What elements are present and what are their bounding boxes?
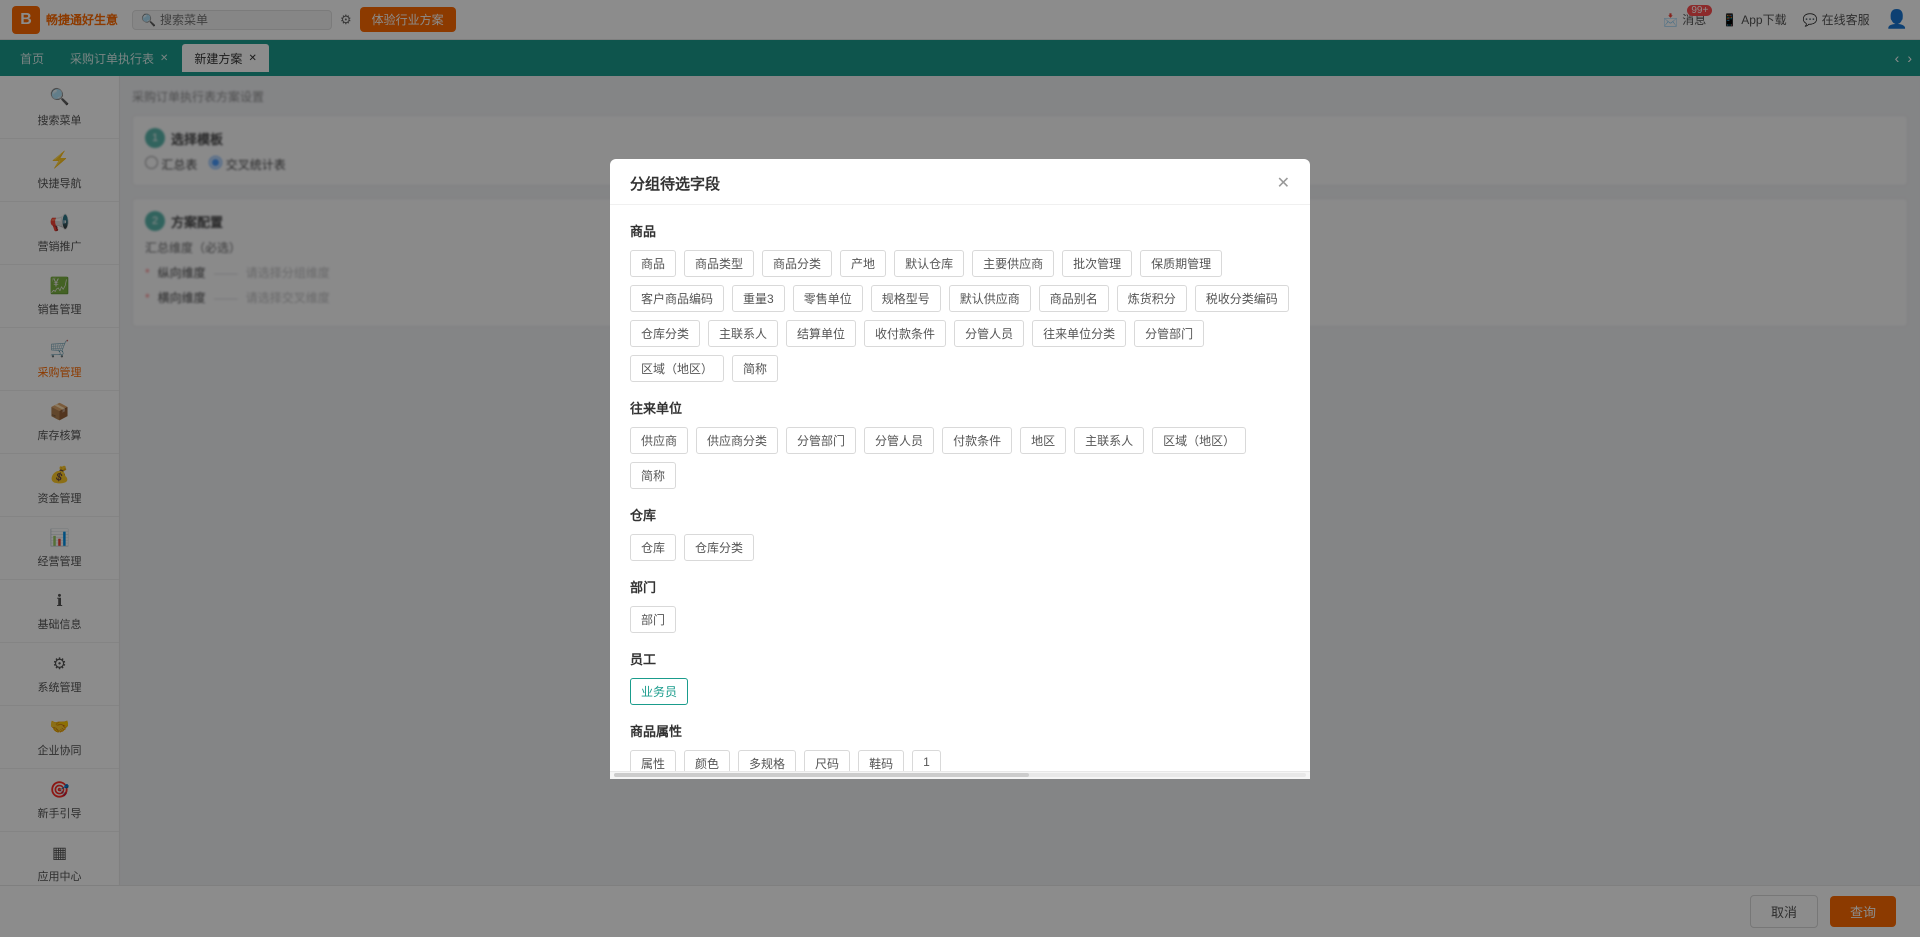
modal-scrollbar-thumb <box>614 773 1029 777</box>
section-goods-title: 商品 <box>630 221 1290 240</box>
section-goods-attr-tags: 属性 颜色 多规格 尺码 鞋码 1 <box>630 750 1290 772</box>
field-tag-manager[interactable]: 分管人员 <box>954 320 1024 347</box>
field-tag-area[interactable]: 地区 <box>1020 427 1066 454</box>
field-tag-goods-type[interactable]: 商品类型 <box>684 250 754 277</box>
field-tag-department[interactable]: 部门 <box>630 606 676 633</box>
section-employee-title: 员工 <box>630 649 1290 668</box>
field-tag-retail-unit[interactable]: 零售单位 <box>793 285 863 312</box>
section-employee: 员工 业务员 <box>630 649 1290 705</box>
section-employee-tags: 业务员 <box>630 678 1290 705</box>
field-tag-payment-cond[interactable]: 付款条件 <box>942 427 1012 454</box>
field-tag-size[interactable]: 尺码 <box>804 750 850 772</box>
field-tag-contact-manager[interactable]: 分管人员 <box>864 427 934 454</box>
field-tag-contact-category[interactable]: 往来单位分类 <box>1032 320 1126 347</box>
field-tag-default-supplier[interactable]: 默认供应商 <box>949 285 1031 312</box>
field-tag-refine-points[interactable]: 炼货积分 <box>1117 285 1187 312</box>
field-tag-origin[interactable]: 产地 <box>840 250 886 277</box>
field-tag-main-contact2[interactable]: 主联系人 <box>1074 427 1144 454</box>
modal-title: 分组待选字段 <box>630 173 720 194</box>
field-tag-attribute[interactable]: 属性 <box>630 750 676 772</box>
field-tag-batch-mgmt[interactable]: 批次管理 <box>1062 250 1132 277</box>
field-tag-warehouse-cat[interactable]: 仓库分类 <box>684 534 754 561</box>
field-tag-default-warehouse[interactable]: 默认仓库 <box>894 250 964 277</box>
section-department-title: 部门 <box>630 577 1290 596</box>
field-tag-main-supplier[interactable]: 主要供应商 <box>972 250 1054 277</box>
field-tag-customer-code[interactable]: 客户商品编码 <box>630 285 724 312</box>
section-warehouse-title: 仓库 <box>630 505 1290 524</box>
field-tag-dept[interactable]: 分管部门 <box>1134 320 1204 347</box>
field-tag-shoe-size[interactable]: 鞋码 <box>858 750 904 772</box>
field-tag-multi-spec[interactable]: 多规格 <box>738 750 796 772</box>
section-department-tags: 部门 <box>630 606 1290 633</box>
field-tag-payment-terms[interactable]: 收付款条件 <box>864 320 946 347</box>
section-contact-tags: 供应商 供应商分类 分管部门 分管人员 付款条件 地区 主联系人 区域（地区） … <box>630 427 1290 489</box>
field-tag-main-contact[interactable]: 主联系人 <box>708 320 778 347</box>
section-department: 部门 部门 <box>630 577 1290 633</box>
modal-header: 分组待选字段 ✕ <box>610 159 1310 205</box>
field-tag-salesperson[interactable]: 业务员 <box>630 678 688 705</box>
section-goods-tags: 商品 商品类型 商品分类 产地 默认仓库 主要供应商 批次管理 保质期管理 客户… <box>630 250 1290 382</box>
modal-scrollbar[interactable] <box>610 771 1310 778</box>
field-tag-contact-dept[interactable]: 分管部门 <box>786 427 856 454</box>
field-tag-abbr2[interactable]: 简称 <box>630 462 676 489</box>
section-goods-attr-title: 商品属性 <box>630 721 1290 740</box>
modal-scrollbar-track <box>614 773 1306 777</box>
modal-overlay: 分组待选字段 ✕ 商品 商品 商品类型 商品分类 产地 默认仓库 主要供应商 批… <box>0 0 1920 937</box>
field-tag-goods-alias[interactable]: 商品别名 <box>1039 285 1109 312</box>
field-tag-spec-model[interactable]: 规格型号 <box>871 285 941 312</box>
field-tag-goods[interactable]: 商品 <box>630 250 676 277</box>
field-tag-abbr[interactable]: 简称 <box>732 355 778 382</box>
section-goods: 商品 商品 商品类型 商品分类 产地 默认仓库 主要供应商 批次管理 保质期管理… <box>630 221 1290 382</box>
section-goods-attr: 商品属性 属性 颜色 多规格 尺码 鞋码 1 <box>630 721 1290 772</box>
field-tag-warehouse[interactable]: 仓库 <box>630 534 676 561</box>
field-tag-num1[interactable]: 1 <box>912 750 941 772</box>
field-tag-region2[interactable]: 区域（地区） <box>1152 427 1246 454</box>
field-tag-weight3[interactable]: 重量3 <box>732 285 785 312</box>
field-tag-settle-unit[interactable]: 结算单位 <box>786 320 856 347</box>
field-tag-goods-category[interactable]: 商品分类 <box>762 250 832 277</box>
modal-close-button[interactable]: ✕ <box>1277 173 1290 193</box>
field-tag-color[interactable]: 颜色 <box>684 750 730 772</box>
field-tag-region[interactable]: 区域（地区） <box>630 355 724 382</box>
section-contact: 往来单位 供应商 供应商分类 分管部门 分管人员 付款条件 地区 主联系人 区域… <box>630 398 1290 489</box>
field-tag-expiry-mgmt[interactable]: 保质期管理 <box>1140 250 1222 277</box>
section-warehouse: 仓库 仓库 仓库分类 <box>630 505 1290 561</box>
field-tag-supplier-category[interactable]: 供应商分类 <box>696 427 778 454</box>
modal-body: 商品 商品 商品类型 商品分类 产地 默认仓库 主要供应商 批次管理 保质期管理… <box>610 205 1310 772</box>
field-tag-supplier[interactable]: 供应商 <box>630 427 688 454</box>
section-contact-title: 往来单位 <box>630 398 1290 417</box>
field-select-modal: 分组待选字段 ✕ 商品 商品 商品类型 商品分类 产地 默认仓库 主要供应商 批… <box>610 159 1310 779</box>
section-warehouse-tags: 仓库 仓库分类 <box>630 534 1290 561</box>
field-tag-warehouse-category[interactable]: 仓库分类 <box>630 320 700 347</box>
field-tag-tax-code[interactable]: 税收分类编码 <box>1195 285 1289 312</box>
